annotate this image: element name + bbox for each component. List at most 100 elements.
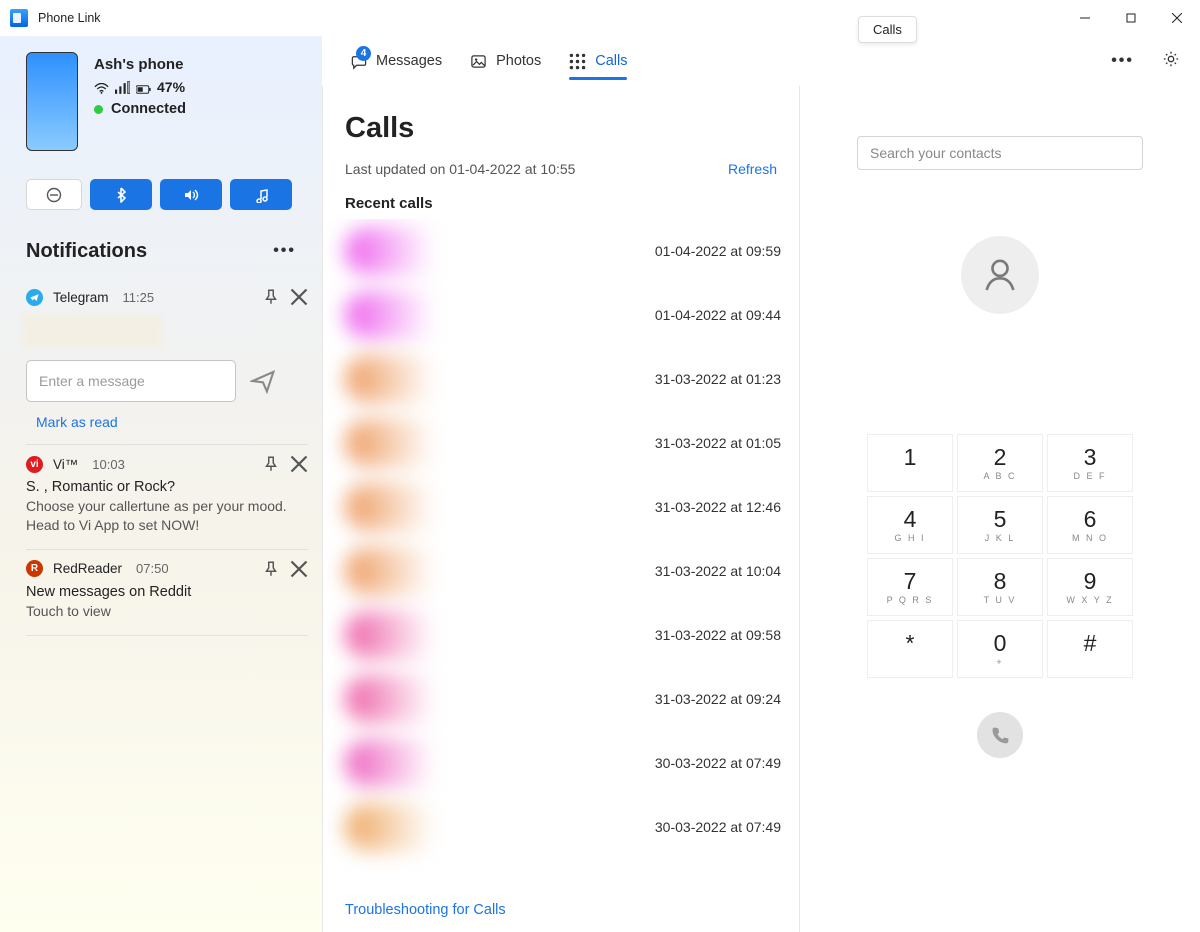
notification-item[interactable]: Telegram 11:25 Mark as read — [26, 278, 308, 445]
dialpad-key-letters: M N O — [1072, 533, 1108, 543]
call-timestamp: 01-04-2022 at 09:59 — [655, 243, 781, 259]
call-timestamp: 31-03-2022 at 01:05 — [655, 435, 781, 451]
notification-item[interactable]: vi Vi™ 10:03 S. , Romantic or Rock? Choo… — [26, 445, 308, 550]
dialpad-key-8[interactable]: 8 T U V — [957, 558, 1043, 616]
call-contact-blurred — [345, 675, 565, 723]
notification-time: 07:50 — [136, 561, 169, 576]
dismiss-icon[interactable] — [290, 455, 308, 473]
dialpad: 1.2A B C3D E F 4G H I5J K L6M N O 7P Q R S… — [867, 434, 1133, 678]
call-row[interactable]: 30-03-2022 at 07:49 — [345, 795, 781, 859]
call-contact-blurred — [345, 483, 565, 531]
dialpad-key-*[interactable]: *. — [867, 620, 953, 678]
pin-icon[interactable] — [262, 288, 280, 306]
close-button[interactable] — [1154, 0, 1200, 36]
reply-input[interactable] — [26, 360, 236, 402]
dialpad-key-7[interactable]: 7P Q R S — [867, 558, 953, 616]
music-button[interactable] — [230, 179, 292, 210]
dialpad-key-number: 3 — [1084, 446, 1097, 469]
dialpad-key-0[interactable]: 0+ — [957, 620, 1043, 678]
minimize-button[interactable] — [1062, 0, 1108, 36]
notification-app: RedReader — [53, 561, 122, 576]
tab-tooltip: Calls — [858, 16, 917, 43]
bluetooth-button[interactable] — [90, 179, 152, 210]
call-row[interactable]: 31-03-2022 at 12:46 — [345, 475, 781, 539]
tab-label: Photos — [496, 53, 541, 69]
call-timestamp: 01-04-2022 at 09:44 — [655, 307, 781, 323]
dismiss-icon[interactable] — [290, 288, 308, 306]
dialpad-key-2[interactable]: 2A B C — [957, 434, 1043, 492]
dialpad-key-5[interactable]: 5J K L — [957, 496, 1043, 554]
dialpad-key-number: 9 — [1084, 570, 1097, 593]
notification-header: Telegram 11:25 — [26, 288, 308, 306]
tab-photos[interactable]: Photos — [456, 43, 555, 80]
call-row[interactable]: 30-03-2022 at 07:49 — [345, 731, 781, 795]
signal-icon — [115, 81, 130, 93]
maximize-button[interactable] — [1108, 0, 1154, 36]
status-dot-icon — [94, 105, 103, 114]
call-row[interactable]: 31-03-2022 at 09:58 — [345, 603, 781, 667]
send-icon[interactable] — [250, 368, 276, 394]
pin-icon[interactable] — [262, 560, 280, 578]
window-controls — [1062, 0, 1200, 36]
dialpad-key-1[interactable]: 1. — [867, 434, 953, 492]
mark-as-read-link[interactable]: Mark as read — [26, 402, 308, 430]
dialpad-key-letters: W X Y Z — [1066, 595, 1113, 605]
tab-label: Messages — [376, 53, 442, 69]
call-row[interactable]: 31-03-2022 at 10:04 — [345, 539, 781, 603]
dialpad-key-number: 8 — [994, 570, 1007, 593]
contact-avatar — [961, 236, 1039, 314]
dialpad-icon — [569, 53, 586, 70]
more-icon[interactable]: ••• — [1111, 52, 1134, 70]
call-timestamp: 31-03-2022 at 09:24 — [655, 691, 781, 707]
device-connection: Connected — [94, 101, 186, 117]
updated-row: Last updated on 01-04-2022 at 10:55 Refr… — [323, 161, 799, 195]
recent-calls-label: Recent calls — [323, 195, 799, 212]
tab-messages[interactable]: 4 Messages — [336, 43, 456, 80]
recent-calls-list[interactable]: 01-04-2022 at 09:59 01-04-2022 at 09:44 31… — [323, 219, 799, 892]
telegram-icon — [26, 289, 43, 306]
troubleshoot-link[interactable]: Troubleshooting for Calls — [323, 892, 799, 932]
call-row[interactable]: 31-03-2022 at 01:23 — [345, 347, 781, 411]
dialpad-key-#[interactable]: #. — [1047, 620, 1133, 678]
device-stats: 47% — [94, 79, 186, 95]
volume-button[interactable] — [160, 179, 222, 210]
call-button[interactable] — [977, 712, 1023, 758]
last-updated: Last updated on 01-04-2022 at 10:55 — [345, 161, 575, 177]
call-contact-blurred — [345, 227, 565, 275]
search-contacts-input[interactable] — [857, 136, 1143, 170]
app-icon — [10, 9, 28, 27]
dialpad-key-letters: T U V — [984, 595, 1017, 605]
call-row[interactable]: 01-04-2022 at 09:44 — [345, 283, 781, 347]
dismiss-icon[interactable] — [290, 560, 308, 578]
battery-percent: 47% — [157, 79, 185, 95]
call-row[interactable]: 01-04-2022 at 09:59 — [345, 219, 781, 283]
redreader-icon: R — [26, 560, 43, 577]
notifications-header: Notifications ••• — [0, 228, 322, 274]
call-row[interactable]: 31-03-2022 at 01:05 — [345, 411, 781, 475]
photos-icon — [470, 53, 487, 70]
notification-title: New messages on Reddit — [26, 584, 308, 600]
notification-header: R RedReader 07:50 — [26, 560, 308, 578]
device-meta: Ash's phone 47% Connected — [94, 52, 186, 151]
notifications-more-button[interactable]: ••• — [267, 238, 302, 264]
tabs-right: ••• — [1111, 50, 1180, 73]
dialpad-key-3[interactable]: 3D E F — [1047, 434, 1133, 492]
wifi-icon — [94, 81, 109, 93]
titlebar: Phone Link — [0, 0, 1200, 36]
call-row[interactable]: 31-03-2022 at 09:24 — [345, 667, 781, 731]
notification-item[interactable]: R RedReader 07:50 New messages on Reddit… — [26, 550, 308, 636]
pin-icon[interactable] — [262, 455, 280, 473]
dnd-button[interactable] — [26, 179, 82, 210]
refresh-link[interactable]: Refresh — [728, 161, 777, 177]
dialpad-key-9[interactable]: 9 W X Y Z — [1047, 558, 1133, 616]
settings-icon[interactable] — [1162, 50, 1180, 73]
dialpad-key-6[interactable]: 6M N O — [1047, 496, 1133, 554]
dialpad-key-number: 7 — [904, 570, 917, 593]
dialpad-key-4[interactable]: 4G H I — [867, 496, 953, 554]
call-contact-blurred — [345, 803, 565, 851]
tab-calls[interactable]: Calls — [555, 43, 641, 80]
device-image — [26, 52, 78, 151]
call-contact-blurred — [345, 291, 565, 339]
notification-time: 10:03 — [92, 457, 125, 472]
dialpad-key-letters: A B C — [983, 471, 1016, 481]
